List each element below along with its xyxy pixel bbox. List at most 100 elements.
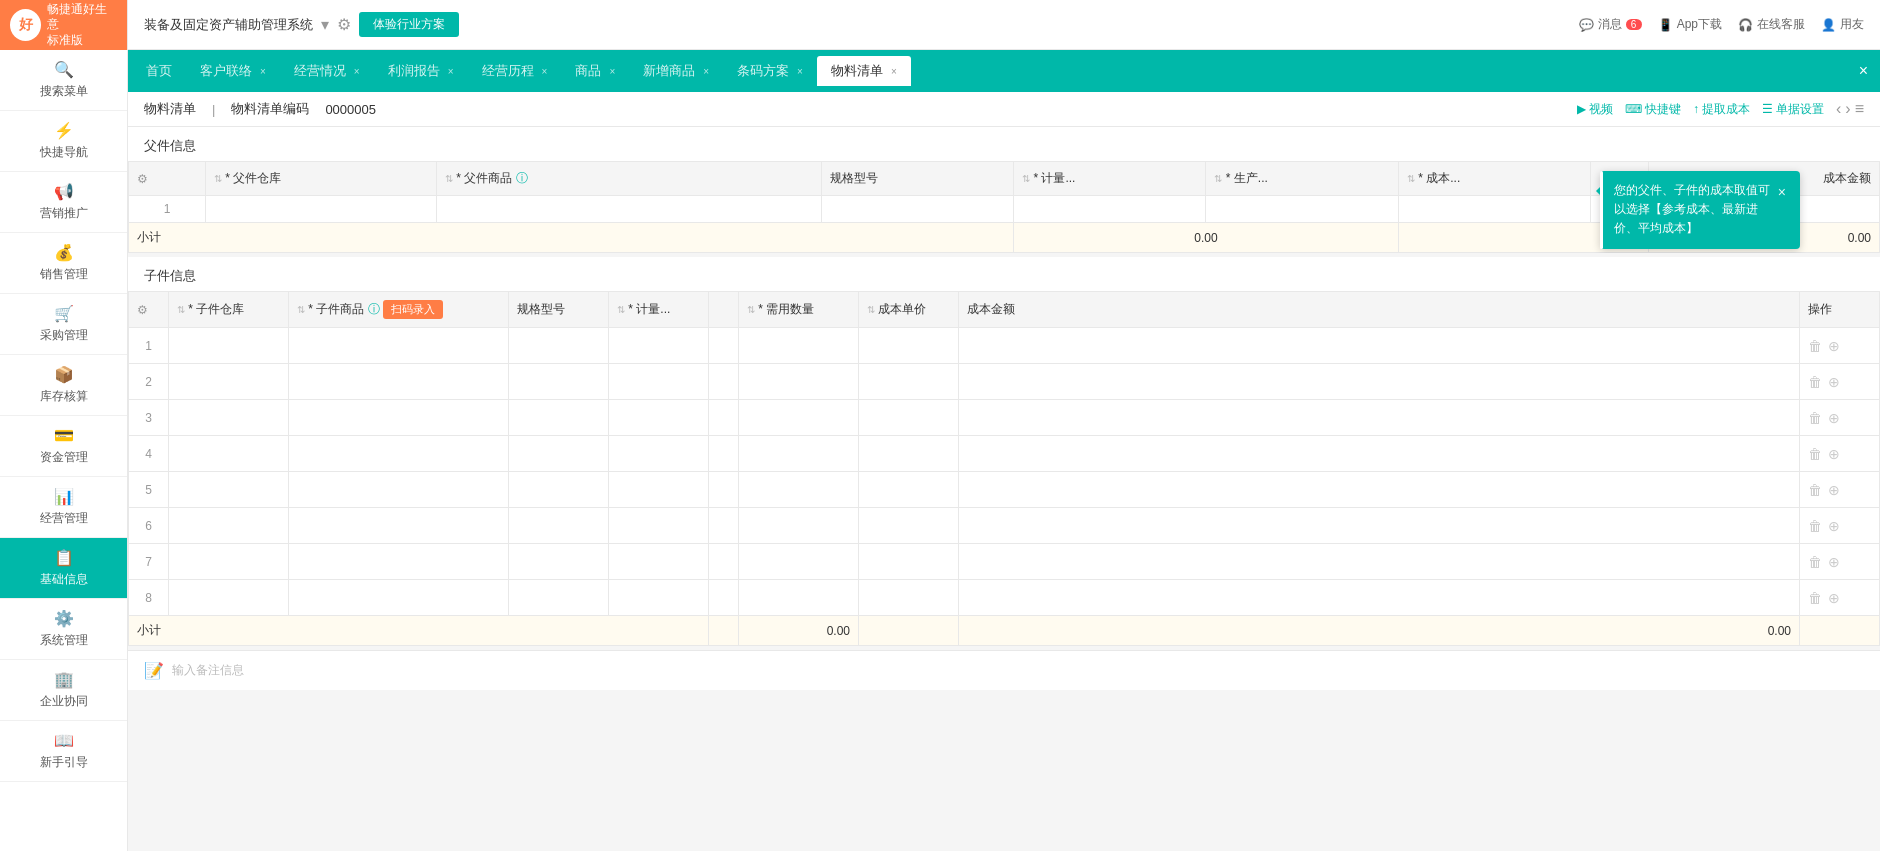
child-cell-unit-8[interactable] <box>609 580 709 616</box>
online-service-item[interactable]: 🎧 在线客服 <box>1738 16 1805 33</box>
parent-cell-unit[interactable] <box>1014 196 1206 223</box>
sidebar-item-enterprise[interactable]: 🏢 企业协同 <box>0 660 127 721</box>
child-cell-spec-5[interactable] <box>509 472 609 508</box>
child-cell-unit-7[interactable] <box>609 544 709 580</box>
menu-btn[interactable]: ≡ <box>1855 100 1864 118</box>
tab-new-product[interactable]: 新增商品 × <box>629 56 723 86</box>
child-cell-unitcost-1[interactable] <box>859 328 959 364</box>
sidebar-item-sales[interactable]: 💰 销售管理 <box>0 233 127 294</box>
copy-icon-4[interactable]: ⊕ <box>1828 446 1840 462</box>
copy-icon-7[interactable]: ⊕ <box>1828 554 1840 570</box>
tooltip-close-btn[interactable]: × <box>1778 181 1786 203</box>
trial-button[interactable]: 体验行业方案 <box>359 12 459 37</box>
child-cell-product-4[interactable] <box>289 436 509 472</box>
parent-cell-product[interactable] <box>436 196 821 223</box>
next-page-btn[interactable]: › <box>1845 100 1850 118</box>
child-cell-warehouse-8[interactable] <box>169 580 289 616</box>
settings-icon[interactable]: ⚙ <box>337 15 351 34</box>
child-cell-product-2[interactable] <box>289 364 509 400</box>
child-cell-unitcost-3[interactable] <box>859 400 959 436</box>
copy-icon-6[interactable]: ⊕ <box>1828 518 1840 534</box>
child-cell-unitcost-5[interactable] <box>859 472 959 508</box>
child-cell-product-6[interactable] <box>289 508 509 544</box>
sidebar-item-purchase[interactable]: 🛒 采购管理 <box>0 294 127 355</box>
child-cell-warehouse-5[interactable] <box>169 472 289 508</box>
scan-button[interactable]: 扫码录入 <box>383 300 443 319</box>
tab-close-operation[interactable]: × <box>354 66 360 77</box>
child-cell-spec-8[interactable] <box>509 580 609 616</box>
delete-icon-2[interactable]: 🗑 <box>1808 374 1822 390</box>
child-cell-unit-1[interactable] <box>609 328 709 364</box>
copy-icon-1[interactable]: ⊕ <box>1828 338 1840 354</box>
tab-bom[interactable]: 物料清单 × <box>817 56 911 86</box>
child-cell-spec-6[interactable] <box>509 508 609 544</box>
close-all-tabs[interactable]: × <box>1851 62 1876 80</box>
child-cell-spec-2[interactable] <box>509 364 609 400</box>
parent-settings-icon[interactable]: ⚙ <box>137 172 148 186</box>
sidebar-item-guide[interactable]: 📖 新手引导 <box>0 721 127 782</box>
copy-icon-5[interactable]: ⊕ <box>1828 482 1840 498</box>
tab-barcode[interactable]: 条码方案 × <box>723 56 817 86</box>
child-cell-unitcost-2[interactable] <box>859 364 959 400</box>
delete-icon-3[interactable]: 🗑 <box>1808 410 1822 426</box>
child-cell-warehouse-7[interactable] <box>169 544 289 580</box>
copy-icon-3[interactable]: ⊕ <box>1828 410 1840 426</box>
parent-cell-warehouse[interactable] <box>205 196 436 223</box>
tab-operation-status[interactable]: 经营情况 × <box>280 56 374 86</box>
note-placeholder[interactable]: 输入备注信息 <box>172 662 244 679</box>
sidebar-item-basic-info[interactable]: 📋 基础信息 <box>0 538 127 599</box>
child-cell-quantity-4[interactable] <box>739 436 859 472</box>
sidebar-item-system[interactable]: ⚙️ 系统管理 <box>0 599 127 660</box>
child-cell-warehouse-3[interactable] <box>169 400 289 436</box>
child-cell-warehouse-6[interactable] <box>169 508 289 544</box>
delete-icon-1[interactable]: 🗑 <box>1808 338 1822 354</box>
child-cell-product-3[interactable] <box>289 400 509 436</box>
child-cell-unitcost-8[interactable] <box>859 580 959 616</box>
child-cell-quantity-2[interactable] <box>739 364 859 400</box>
child-cell-warehouse-2[interactable] <box>169 364 289 400</box>
tab-close-profit[interactable]: × <box>448 66 454 77</box>
delete-icon-7[interactable]: 🗑 <box>1808 554 1822 570</box>
child-cell-quantity-1[interactable] <box>739 328 859 364</box>
tab-customer[interactable]: 客户联络 × <box>186 56 280 86</box>
system-dropdown-icon[interactable]: ▾ <box>321 15 329 34</box>
sidebar-item-operation[interactable]: 📊 经营管理 <box>0 477 127 538</box>
sidebar-item-quick-nav[interactable]: ⚡ 快捷导航 <box>0 111 127 172</box>
child-cell-unit-5[interactable] <box>609 472 709 508</box>
tab-home[interactable]: 首页 <box>132 56 186 86</box>
tab-close-barcode[interactable]: × <box>797 66 803 77</box>
tab-close-bom[interactable]: × <box>891 66 897 77</box>
child-cell-unit-3[interactable] <box>609 400 709 436</box>
child-settings-icon[interactable]: ⚙ <box>137 303 148 317</box>
tab-close-product[interactable]: × <box>609 66 615 77</box>
shortcut-action[interactable]: ⌨ 快捷键 <box>1625 101 1681 118</box>
tab-close-history[interactable]: × <box>542 66 548 77</box>
child-cell-unit-6[interactable] <box>609 508 709 544</box>
child-cell-quantity-5[interactable] <box>739 472 859 508</box>
message-item[interactable]: 💬 消息 6 <box>1579 16 1642 33</box>
child-cell-product-5[interactable] <box>289 472 509 508</box>
child-cell-unitcost-7[interactable] <box>859 544 959 580</box>
single-setting-action[interactable]: ☰ 单据设置 <box>1762 101 1824 118</box>
tab-close-new-product[interactable]: × <box>703 66 709 77</box>
child-cell-quantity-3[interactable] <box>739 400 859 436</box>
delete-icon-6[interactable]: 🗑 <box>1808 518 1822 534</box>
user-item[interactable]: 👤 用友 <box>1821 16 1864 33</box>
child-cell-spec-4[interactable] <box>509 436 609 472</box>
delete-icon-4[interactable]: 🗑 <box>1808 446 1822 462</box>
app-download-item[interactable]: 📱 App下载 <box>1658 16 1722 33</box>
child-cell-product-1[interactable] <box>289 328 509 364</box>
child-cell-product-8[interactable] <box>289 580 509 616</box>
child-cell-product-7[interactable] <box>289 544 509 580</box>
child-cell-unit-4[interactable] <box>609 436 709 472</box>
copy-icon-8[interactable]: ⊕ <box>1828 590 1840 606</box>
parent-cell-production[interactable] <box>1206 196 1398 223</box>
video-action[interactable]: ▶ 视频 <box>1577 101 1613 118</box>
child-cell-unitcost-4[interactable] <box>859 436 959 472</box>
child-cell-warehouse-4[interactable] <box>169 436 289 472</box>
child-cell-quantity-8[interactable] <box>739 580 859 616</box>
parent-cell-spec[interactable] <box>821 196 1013 223</box>
copy-icon-2[interactable]: ⊕ <box>1828 374 1840 390</box>
sidebar-item-marketing[interactable]: 📢 营销推广 <box>0 172 127 233</box>
child-cell-spec-1[interactable] <box>509 328 609 364</box>
